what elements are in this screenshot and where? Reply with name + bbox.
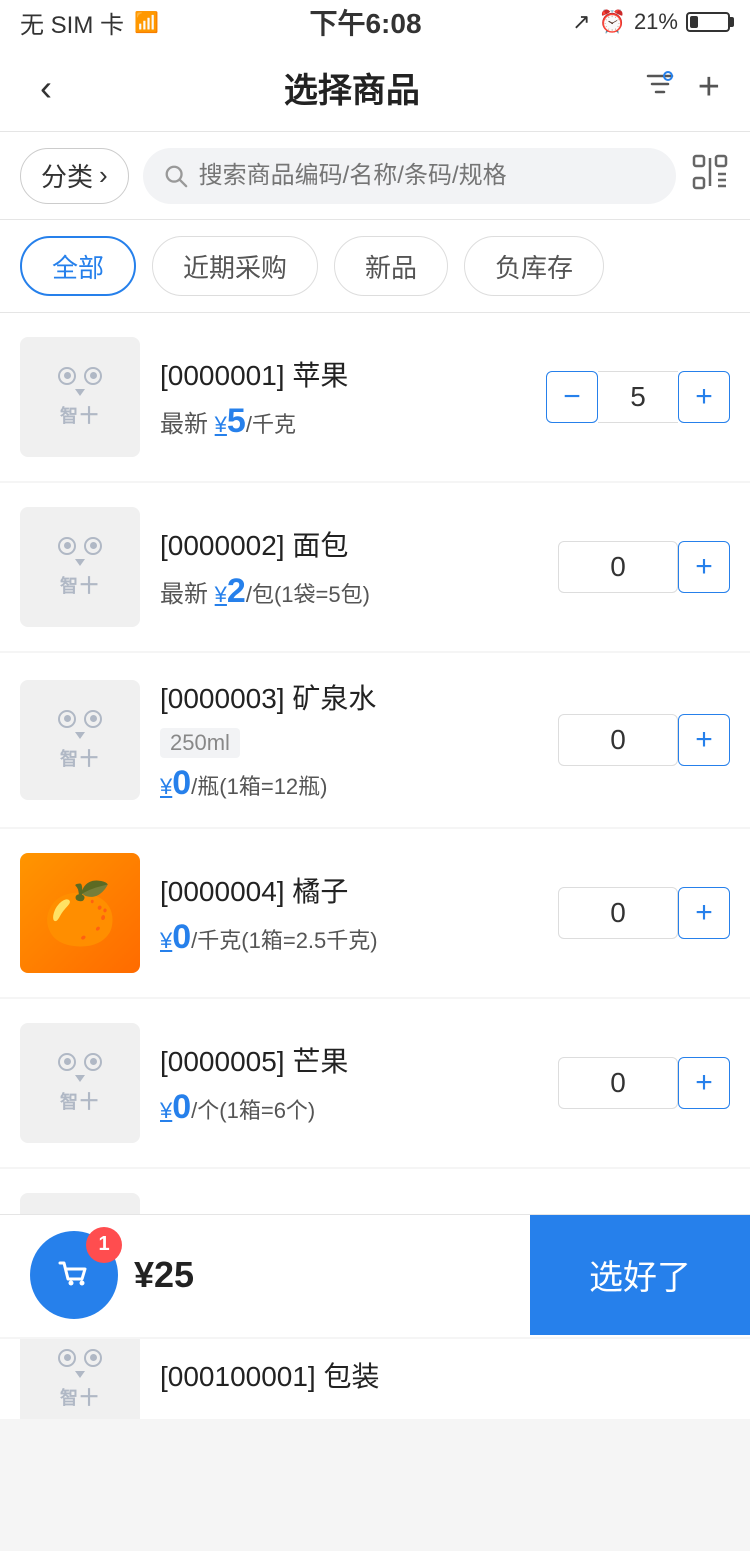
battery-bar [686,12,730,32]
quantity-control-0000002: + [558,541,730,593]
qty-plus-button[interactable]: + [678,371,730,423]
tab-new[interactable]: 新品 [334,236,448,296]
quantity-control-0000004: + [558,887,730,939]
quantity-control-0000005: + [558,1057,730,1109]
qty-plus-button[interactable]: + [678,541,730,593]
qty-input[interactable] [558,887,678,939]
product-info-0000003: [0000003] 矿泉水 250ml ¥0/瓶(1箱=12瓶) [160,677,538,803]
product-info-0000001: [0000001] 苹果 最新 ¥5/千克 [160,354,526,441]
add-icon[interactable]: + [698,66,720,109]
tab-negative-stock[interactable]: 负库存 [464,236,604,296]
cart-button[interactable]: 1 [30,1231,118,1319]
product-image-000100001: 智十 [20,1339,140,1419]
list-item: 智十 [000100001] 包装 [0,1339,750,1419]
list-item: 🍊 [0000004] 橘子 ¥0/千克(1箱=2.5千克) + [0,829,750,997]
product-image-0000004: 🍊 [20,853,140,973]
cart-icon [52,1253,96,1297]
list-item: 智十 [0000001] 苹果 最新 ¥5/千克 − + [0,313,750,481]
product-image-0000005: 智十 [20,1023,140,1143]
carrier-label: 无 SIM 卡 [20,5,124,40]
product-name: [0000002] 面包 [160,524,538,564]
quantity-control-0000001: − + [546,371,730,423]
product-name: [0000001] 苹果 [160,354,526,394]
page-title: 选择商品 [284,63,420,112]
status-bar: 无 SIM 卡 📶 下午6:08 ↗ ⏰ 21% [0,0,750,44]
category-button[interactable]: 分类 › [20,148,129,204]
alarm-icon: ⏰ [599,9,626,35]
product-price: 最新 ¥2/包(1袋=5包) [160,572,538,611]
cart-badge: 1 [86,1227,122,1263]
product-list: 智十 [0000001] 苹果 最新 ¥5/千克 − + 智十 [0,313,750,1551]
nav-bar: ‹ 选择商品 + [0,44,750,132]
tab-all[interactable]: 全部 [20,236,136,296]
confirm-button[interactable]: 选好了 [530,1215,750,1335]
product-info-0000002: [0000002] 面包 最新 ¥2/包(1袋=5包) [160,524,538,611]
scan-icon[interactable] [690,152,730,200]
qty-input[interactable] [598,371,678,423]
tab-bar: 全部 近期采购 新品 负库存 [0,220,750,313]
status-right: ↗ ⏰ 21% [572,9,730,35]
battery-fill [690,16,698,28]
product-price: ¥0/千克(1箱=2.5千克) [160,918,538,957]
status-time: 下午6:08 [309,2,421,42]
nav-actions: + [642,66,720,110]
product-spec: 250ml [160,728,240,758]
search-bar: 分类 › [0,132,750,220]
product-name: [0000004] 橘子 [160,870,538,910]
qty-input[interactable] [558,1057,678,1109]
product-price: ¥0/个(1箱=6个) [160,1088,538,1127]
product-price: ¥0/瓶(1箱=12瓶) [160,764,538,803]
product-info-0000005: [0000005] 芒果 ¥0/个(1箱=6个) [160,1040,538,1127]
status-left: 无 SIM 卡 📶 [20,5,159,40]
cart-area: 1 ¥25 [30,1231,530,1319]
battery-percent: 21% [634,9,678,35]
search-input[interactable] [199,162,656,190]
location-icon: ↗ [572,9,590,35]
product-image-0000003: 智十 [20,680,140,800]
qty-minus-button[interactable]: − [546,371,598,423]
product-image-0000001: 智十 [20,337,140,457]
product-image-0000002: 智十 [20,507,140,627]
qty-plus-button[interactable]: + [678,714,730,766]
qty-plus-button[interactable]: + [678,887,730,939]
search-input-wrap [143,148,676,204]
product-name: [0000005] 芒果 [160,1040,538,1080]
category-label: 分类 [41,157,93,194]
search-icon [163,162,189,190]
cart-total: ¥25 [134,1254,194,1296]
back-button[interactable]: ‹ [30,57,62,119]
product-info-000100001: [000100001] 包装 [160,1355,730,1403]
filter-icon[interactable] [642,66,678,110]
wifi-icon: 📶 [134,10,159,35]
qty-input[interactable] [558,541,678,593]
list-item: 智十 [0000005] 芒果 ¥0/个(1箱=6个) + [0,999,750,1167]
product-name: [0000003] 矿泉水 [160,677,538,717]
product-name: [000100001] 包装 [160,1355,730,1395]
list-item: 智十 [0000003] 矿泉水 250ml ¥0/瓶(1箱=12瓶) + [0,653,750,827]
list-item: 智十 [0000002] 面包 最新 ¥2/包(1袋=5包) + [0,483,750,651]
qty-input[interactable] [558,714,678,766]
tab-recent[interactable]: 近期采购 [152,236,318,296]
bottom-bar: 1 ¥25 选好了 [0,1214,750,1334]
qty-plus-button[interactable]: + [678,1057,730,1109]
product-info-0000004: [0000004] 橘子 ¥0/千克(1箱=2.5千克) [160,870,538,957]
category-chevron: › [99,160,108,191]
product-price: 最新 ¥5/千克 [160,402,526,441]
quantity-control-0000003: + [558,714,730,766]
